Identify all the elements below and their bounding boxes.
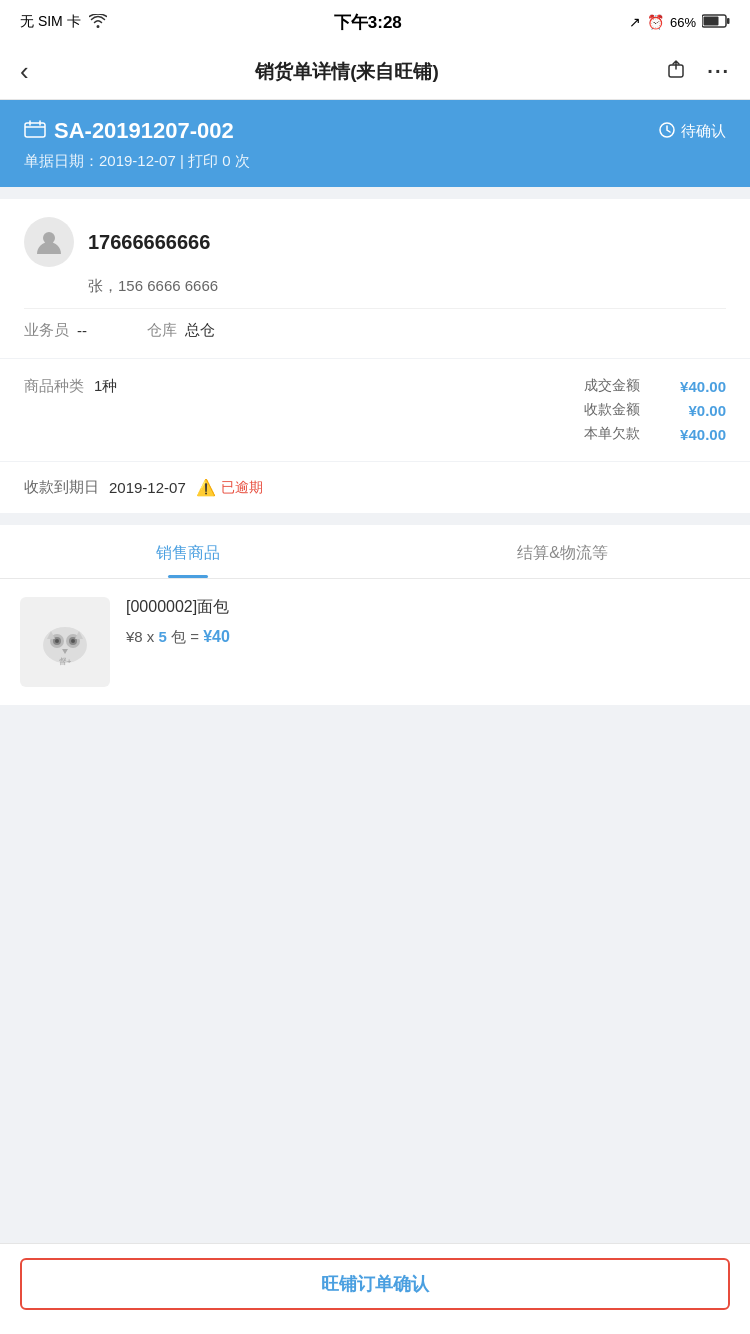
empty-area — [0, 705, 750, 905]
svg-rect-3 — [25, 123, 45, 137]
battery-icon — [702, 14, 730, 31]
product-name: [0000002]面包 — [126, 597, 730, 618]
more-icon[interactable]: ··· — [707, 60, 730, 83]
owed-amount-value: ¥40.00 — [656, 426, 726, 443]
product-type-stat: 商品种类 1种 — [24, 377, 117, 396]
share-icon[interactable] — [665, 58, 687, 85]
confirm-order-label: 旺铺订单确认 — [321, 1272, 429, 1296]
customer-meta: 业务员 -- 仓库 总仓 — [24, 308, 726, 340]
svg-rect-1 — [703, 16, 718, 25]
warehouse-item: 仓库 总仓 — [147, 321, 215, 340]
deal-amount-row: 成交金额 ¥40.00 — [584, 377, 726, 395]
tab-settlement-label: 结算&物流等 — [517, 544, 608, 561]
nav-right-actions: ··· — [665, 58, 730, 85]
due-date-section: 收款到期日 2019-12-07 ⚠️ 已逾期 — [0, 462, 750, 513]
product-price-row: ¥8 x 5 包 = ¥40 — [126, 628, 730, 647]
product-unit: 包 — [171, 628, 186, 645]
payment-amount-label: 收款金额 — [584, 401, 640, 419]
price-multiply: x — [147, 628, 159, 645]
warehouse-label: 仓库 — [147, 321, 177, 340]
salesperson-value: -- — [77, 322, 87, 339]
avatar — [24, 217, 74, 267]
bottom-bar: 旺铺订单确认 — [0, 1243, 750, 1334]
location-icon: ↗ — [629, 14, 641, 30]
payment-amount-value: ¥0.00 — [656, 402, 726, 419]
payment-amount-row: 收款金额 ¥0.00 — [584, 401, 726, 419]
order-status: 待确认 — [659, 122, 726, 141]
salesperson-item: 业务员 -- — [24, 321, 87, 340]
svg-point-12 — [71, 639, 75, 643]
product-total: ¥40 — [203, 628, 230, 645]
order-icon — [24, 118, 46, 144]
product-qty: 5 — [159, 628, 167, 645]
customer-phone: 17666666666 — [88, 231, 210, 254]
carrier-label: 无 SIM 卡 — [20, 13, 81, 31]
tabs-container: 销售商品 结算&物流等 — [0, 525, 750, 579]
product-item: 督+ [0000002]面包 ¥8 x 5 包 = ¥40 — [0, 579, 750, 705]
order-header: SA-20191207-002 待确认 单据日期：2019-12-07 | 打印… — [0, 100, 750, 187]
status-bar: 无 SIM 卡 下午3:28 ↗ ⏰ 66% — [0, 0, 750, 44]
price-equals: = — [190, 628, 203, 645]
svg-point-11 — [55, 639, 59, 643]
clock-icon — [659, 122, 675, 141]
due-date-value: 2019-12-07 — [109, 479, 186, 496]
deal-amount-value: ¥40.00 — [656, 378, 726, 395]
product-section: 督+ [0000002]面包 ¥8 x 5 包 = ¥40 — [0, 579, 750, 705]
status-bar-time: 下午3:28 — [334, 11, 402, 34]
tab-sales-label: 销售商品 — [156, 544, 220, 561]
battery-label: 66% — [670, 15, 696, 30]
back-button[interactable]: ‹ — [20, 56, 29, 87]
amount-stats: 成交金额 ¥40.00 收款金额 ¥0.00 本单欠款 ¥40.00 — [584, 377, 726, 443]
product-info: [0000002]面包 ¥8 x 5 包 = ¥40 — [126, 597, 730, 647]
page-title: 销货单详情(来自旺铺) — [255, 59, 439, 85]
nav-bar: ‹ 销货单详情(来自旺铺) ··· — [0, 44, 750, 100]
tab-indicator — [168, 575, 208, 578]
overdue-badge: ⚠️ 已逾期 — [196, 478, 263, 497]
alarm-icon: ⏰ — [647, 14, 664, 30]
wifi-icon — [89, 14, 107, 31]
order-date: 单据日期：2019-12-07 | 打印 0 次 — [24, 152, 726, 171]
owed-amount-label: 本单欠款 — [584, 425, 640, 443]
bottom-spacer — [0, 905, 750, 995]
product-type-value: 1种 — [94, 377, 117, 396]
product-type-label: 商品种类 — [24, 377, 84, 396]
owed-amount-row: 本单欠款 ¥40.00 — [584, 425, 726, 443]
overdue-warning-icon: ⚠️ — [196, 478, 216, 497]
due-label: 收款到期日 — [24, 478, 99, 497]
stats-card: 商品种类 1种 成交金额 ¥40.00 收款金额 ¥0.00 本单欠款 ¥40.… — [0, 359, 750, 461]
product-price: ¥8 — [126, 628, 143, 645]
status-bar-left: 无 SIM 卡 — [20, 13, 107, 31]
svg-rect-2 — [727, 18, 730, 24]
confirm-order-button[interactable]: 旺铺订单确认 — [20, 1258, 730, 1310]
deal-amount-label: 成交金额 — [584, 377, 640, 395]
tab-settlement[interactable]: 结算&物流等 — [375, 525, 750, 578]
product-image: 督+ — [20, 597, 110, 687]
customer-card: 17666666666 张，156 6666 6666 业务员 -- 仓库 总仓 — [0, 199, 750, 358]
customer-name: 张，156 6666 6666 — [24, 277, 726, 296]
order-id: SA-20191207-002 — [24, 118, 234, 144]
warehouse-value: 总仓 — [185, 321, 215, 340]
tab-sales-products[interactable]: 销售商品 — [0, 525, 375, 578]
overdue-text: 已逾期 — [221, 479, 263, 497]
salesperson-label: 业务员 — [24, 321, 69, 340]
status-bar-right: ↗ ⏰ 66% — [629, 14, 730, 31]
svg-text:督+: 督+ — [59, 657, 72, 666]
